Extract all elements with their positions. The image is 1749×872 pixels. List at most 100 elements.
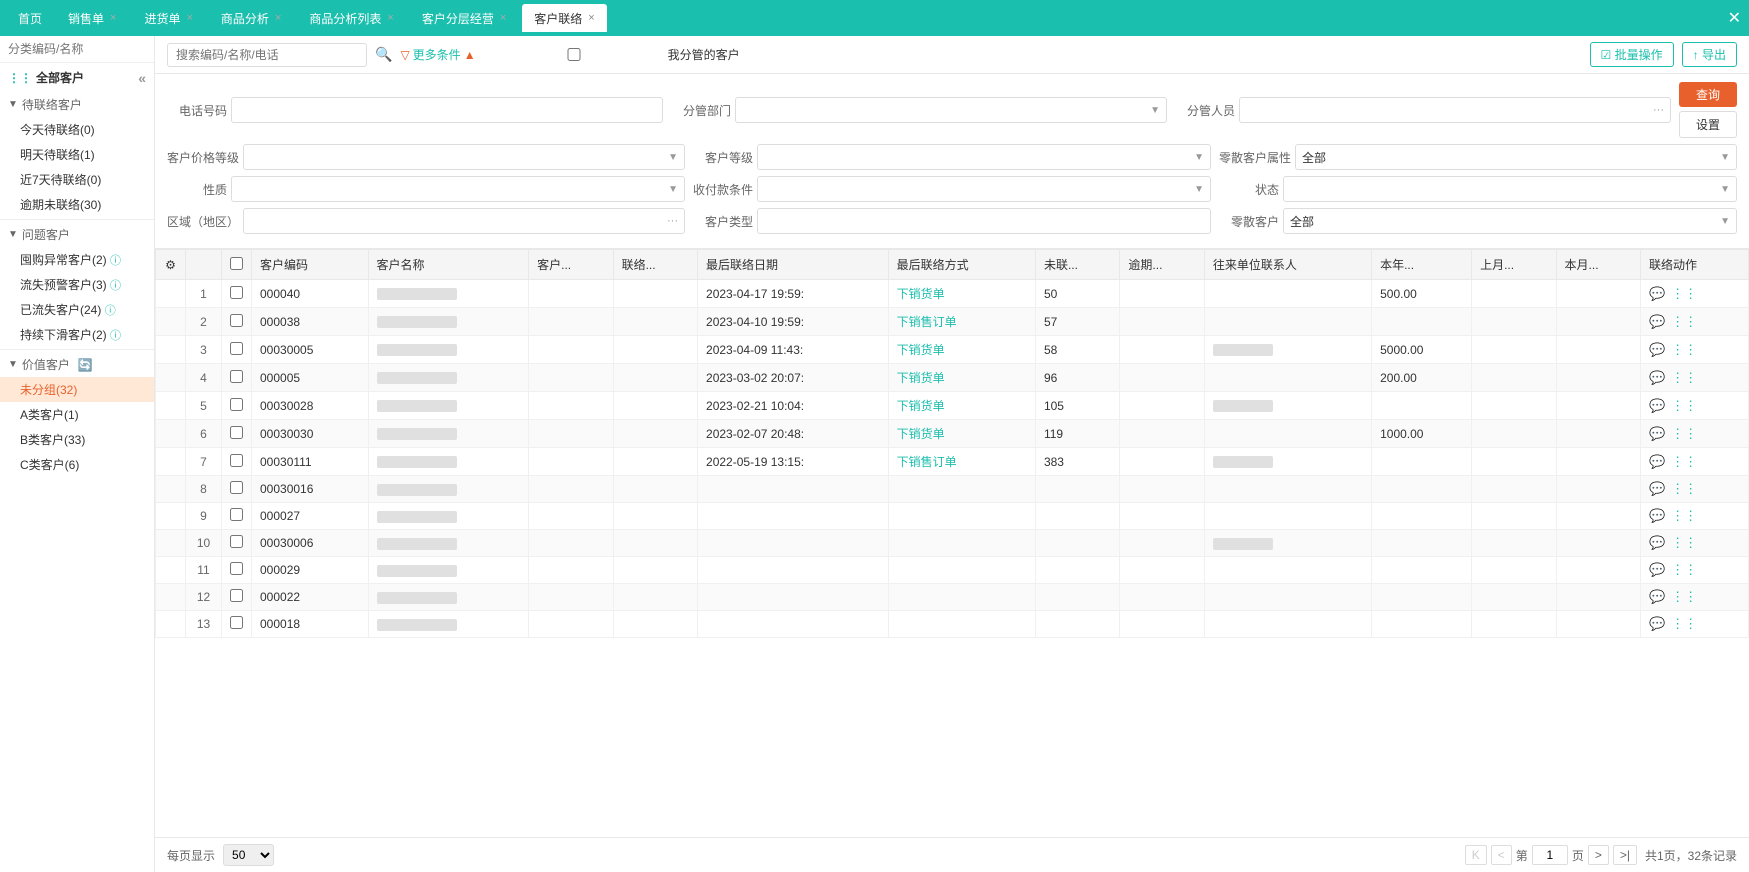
row-check-cell[interactable] [222, 280, 252, 308]
row-check-cell[interactable] [222, 448, 252, 476]
sidebar-item-ungrouped[interactable]: 未分组(32) [0, 377, 154, 402]
row-last-type-cell[interactable]: 下销售订单 [888, 308, 1035, 336]
row-check-cell[interactable] [222, 392, 252, 420]
status-select[interactable]: ▼ [1283, 176, 1737, 202]
row-checkbox[interactable] [230, 398, 243, 411]
retail-attr-select[interactable]: 全部 ▼ [1295, 144, 1737, 170]
tab-customer-contact[interactable]: 客户联络 × [522, 4, 606, 32]
sidebar-item-class-a[interactable]: A类客户(1) [0, 402, 154, 427]
col-last-type[interactable]: 最后联络方式 [888, 250, 1035, 280]
row-last-type-cell[interactable] [888, 584, 1035, 611]
tab-purchase[interactable]: 进货单 × [132, 4, 204, 32]
col-type[interactable]: 客户... [529, 250, 613, 280]
grid-action-icon[interactable]: ⋮⋮ [1671, 454, 1697, 470]
tab-purchase-close[interactable]: × [186, 12, 192, 24]
chat-action-icon[interactable]: 💬 [1649, 370, 1665, 386]
dept-select[interactable]: ▼ [735, 97, 1167, 123]
col-settings[interactable]: ⚙ [156, 250, 186, 280]
grid-action-icon[interactable]: ⋮⋮ [1671, 508, 1697, 524]
more-conditions-button[interactable]: ▽ 更多条件 ▲ [400, 46, 475, 63]
col-contact[interactable]: 联络... [613, 250, 697, 280]
row-last-type-cell[interactable]: 下销售订单 [888, 448, 1035, 476]
grid-action-icon[interactable]: ⋮⋮ [1671, 481, 1697, 497]
row-check-cell[interactable] [222, 611, 252, 638]
row-last-type-cell[interactable]: 下销货单 [888, 280, 1035, 308]
sidebar-group-pending[interactable]: ▼ 待联络客户 [0, 92, 154, 117]
row-checkbox[interactable] [230, 535, 243, 548]
row-checkbox[interactable] [230, 562, 243, 575]
col-this-month[interactable]: 本月... [1556, 250, 1640, 280]
grid-action-icon[interactable]: ⋮⋮ [1671, 370, 1697, 386]
search-button-icon[interactable]: 🔍 [375, 46, 392, 63]
sidebar-item-tomorrow[interactable]: 明天待联络(1) [0, 142, 154, 167]
region-select[interactable]: ··· [243, 208, 685, 234]
row-last-type-cell[interactable]: 下销货单 [888, 336, 1035, 364]
row-last-type-cell[interactable]: 下销货单 [888, 420, 1035, 448]
row-checkbox[interactable] [230, 426, 243, 439]
chat-action-icon[interactable]: 💬 [1649, 426, 1665, 442]
row-checkbox[interactable] [230, 589, 243, 602]
page-number-input[interactable] [1532, 845, 1568, 865]
tab-customer-segment[interactable]: 客户分层经营 × [410, 4, 518, 32]
sidebar-item-today[interactable]: 今天待联络(0) [0, 117, 154, 142]
row-checkbox[interactable] [230, 314, 243, 327]
sidebar-search-input[interactable] [8, 42, 155, 56]
row-last-type-cell[interactable] [888, 530, 1035, 557]
tab-product-analysis-list-close[interactable]: × [387, 12, 393, 24]
sidebar-item-declining[interactable]: 持续下滑客户(2) ⓘ [0, 322, 154, 347]
reset-button[interactable]: 设置 [1679, 111, 1737, 138]
tab-customer-contact-close[interactable]: × [588, 12, 594, 24]
sidebar-group-problem[interactable]: ▼ 问题客户 [0, 222, 154, 247]
col-check[interactable] [222, 250, 252, 280]
grid-action-icon[interactable]: ⋮⋮ [1671, 286, 1697, 302]
price-level-select[interactable]: ▼ [243, 144, 685, 170]
col-last-date[interactable]: 最后联络日期 [698, 250, 889, 280]
chat-action-icon[interactable]: 💬 [1649, 616, 1665, 632]
chat-action-icon[interactable]: 💬 [1649, 481, 1665, 497]
grid-action-icon[interactable]: ⋮⋮ [1671, 562, 1697, 578]
page-size-select[interactable]: 50 20 100 [223, 844, 274, 866]
row-checkbox[interactable] [230, 342, 243, 355]
batch-operations-button[interactable]: ☑ 批量操作 [1590, 42, 1674, 67]
row-check-cell[interactable] [222, 336, 252, 364]
customer-level-select[interactable]: ▼ [757, 144, 1211, 170]
grid-action-icon[interactable]: ⋮⋮ [1671, 426, 1697, 442]
select-all-checkbox[interactable] [230, 257, 243, 270]
row-last-type-cell[interactable]: 下销货单 [888, 392, 1035, 420]
row-last-type-cell[interactable] [888, 503, 1035, 530]
row-checkbox[interactable] [230, 481, 243, 494]
sidebar-item-class-c[interactable]: C类客户(6) [0, 452, 154, 477]
row-last-type-cell[interactable]: 下销货单 [888, 364, 1035, 392]
sidebar-item-abnormal[interactable]: 囤购异常客户(2) ⓘ [0, 247, 154, 272]
next-page-button[interactable]: > [1588, 845, 1609, 865]
row-checkbox[interactable] [230, 508, 243, 521]
row-check-cell[interactable] [222, 476, 252, 503]
row-checkbox[interactable] [230, 616, 243, 629]
all-customers-section[interactable]: ⋮⋮ 全部客户 « [0, 63, 154, 92]
sidebar-group-value[interactable]: ▼ 价值客户 🔄 [0, 352, 154, 377]
col-overdue[interactable]: 逾期... [1120, 250, 1204, 280]
row-checkbox[interactable] [230, 286, 243, 299]
col-code[interactable]: 客户编码 [252, 250, 369, 280]
chat-action-icon[interactable]: 💬 [1649, 342, 1665, 358]
query-button[interactable]: 查询 [1679, 82, 1737, 107]
customer-type-select[interactable] [757, 208, 1211, 234]
col-no-contact[interactable]: 未联... [1035, 250, 1119, 280]
payment-select[interactable]: ▼ [757, 176, 1211, 202]
grid-action-icon[interactable]: ⋮⋮ [1671, 616, 1697, 632]
row-check-cell[interactable] [222, 530, 252, 557]
phone-input[interactable] [231, 97, 663, 123]
chat-action-icon[interactable]: 💬 [1649, 508, 1665, 524]
col-last-month[interactable]: 上月... [1472, 250, 1556, 280]
search-input[interactable] [167, 43, 367, 67]
collapse-icon[interactable]: « [138, 70, 146, 86]
chat-action-icon[interactable]: 💬 [1649, 562, 1665, 578]
tab-product-analysis-list[interactable]: 商品分析列表 × [297, 4, 405, 32]
tab-product-analysis-close[interactable]: × [275, 12, 281, 24]
prev-page-button[interactable]: < [1491, 845, 1512, 865]
manager-select[interactable]: ··· [1239, 97, 1671, 123]
tab-customer-segment-close[interactable]: × [500, 12, 506, 24]
chat-action-icon[interactable]: 💬 [1649, 286, 1665, 302]
settings-icon[interactable]: ⚙ [165, 258, 176, 272]
row-check-cell[interactable] [222, 557, 252, 584]
